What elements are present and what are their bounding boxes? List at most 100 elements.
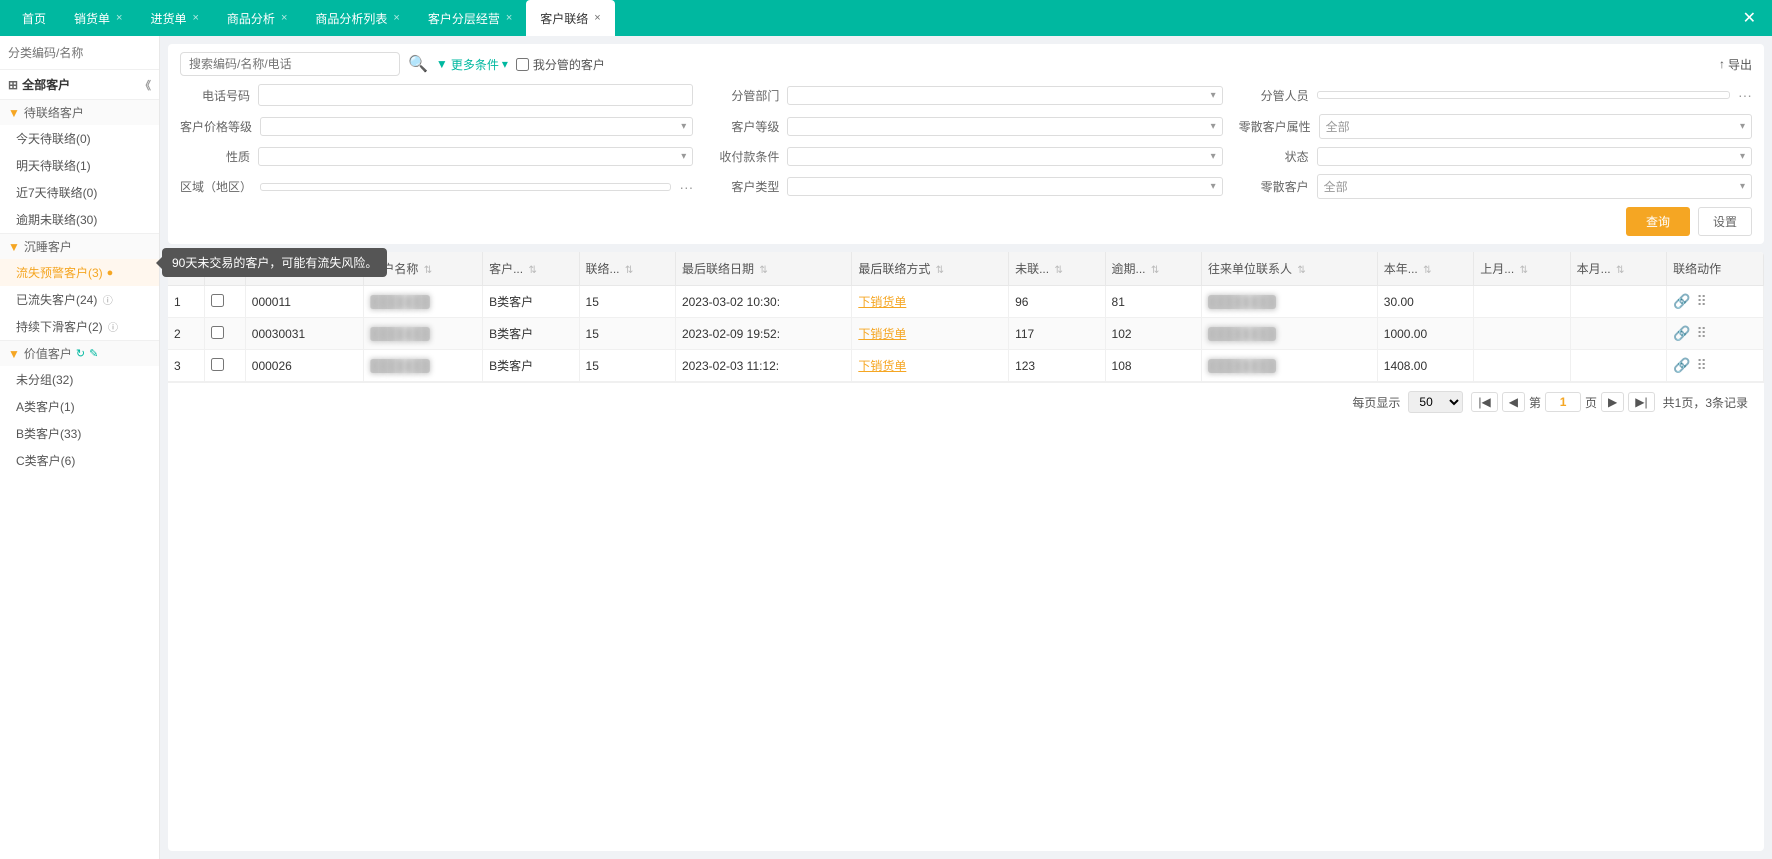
filter-select-status[interactable]: ▾ (1317, 147, 1752, 166)
tab-customer-contact-close[interactable]: × (594, 12, 600, 24)
tab-analysis[interactable]: 商品分析 × (213, 0, 301, 36)
page-number-input[interactable] (1545, 392, 1581, 412)
action-link-icon-2[interactable]: 🔗 (1673, 357, 1690, 374)
data-table: ⚙ 客户编码 ⇅ 客户名称 ⇅ (168, 252, 1764, 382)
row-last-date-0: 2023-03-02 10:30: (675, 286, 851, 318)
refresh-icon-value[interactable]: ↻ (76, 347, 85, 360)
row-checkbox-0[interactable] (204, 286, 245, 318)
next-page-btn[interactable]: ▶ (1601, 392, 1624, 412)
filter-select-dept[interactable]: ▾ (787, 86, 1222, 105)
tab-customer-layer[interactable]: 客户分层经营 × (414, 0, 526, 36)
filter-select-customer-type[interactable]: ▾ (787, 177, 1222, 196)
col-last-date-header[interactable]: 最后联络日期 ⇅ (675, 252, 851, 286)
filter-select-scatter-attr[interactable]: 全部 ▾ (1319, 114, 1752, 139)
sidebar-item-tomorrow[interactable]: 明天待联络(1) (0, 152, 159, 179)
tab-customer-layer-close[interactable]: × (506, 12, 512, 24)
window-close-btn[interactable]: ✕ (1735, 8, 1764, 28)
action-link-icon-1[interactable]: 🔗 (1673, 325, 1690, 342)
sidebar-item-today[interactable]: 今天待联络(0) (0, 125, 159, 152)
filter-select-person[interactable] (1317, 91, 1730, 99)
col-type-header[interactable]: 客户... ⇅ (483, 252, 579, 286)
col-last-method-label: 最后联络方式 (858, 262, 930, 276)
sidebar-item-warning[interactable]: 流失预警客户(3) ● (0, 259, 159, 286)
row-index-1: 2 (168, 318, 204, 350)
table-row: 1000011███████B类客户152023-03-02 10:30:下销货… (168, 286, 1764, 318)
action-link-icon-0[interactable]: 🔗 (1673, 293, 1690, 310)
tab-home[interactable]: 首页 (8, 0, 60, 36)
tab-analysis-close[interactable]: × (281, 12, 287, 24)
filter-select-scatter[interactable]: 全部 ▾ (1317, 174, 1752, 199)
filter-input-phone[interactable] (258, 84, 693, 106)
col-last-method-header[interactable]: 最后联络方式 ⇅ (852, 252, 1009, 286)
filter-row-scatter: 零散客户 全部 ▾ (1239, 174, 1752, 199)
filter-select-customer-level[interactable]: ▾ (787, 117, 1222, 136)
row-method-1[interactable]: 下销货单 (852, 318, 1009, 350)
sidebar-item-a-class[interactable]: A类客户(1) (0, 393, 159, 420)
row-year-1: 1000.00 (1377, 318, 1473, 350)
col-year-label: 本年... (1384, 262, 1418, 276)
filter-more-conditions-btn[interactable]: ▼ 更多条件 ▾ (436, 56, 508, 73)
filter-bar: 🔍 ▼ 更多条件 ▾ 我分管的客户 ↑ 导出 电 (168, 44, 1764, 244)
filter-select-price-level[interactable]: ▾ (260, 117, 693, 136)
row-action-2: 🔗 ⠿ (1667, 350, 1764, 382)
tab-purchase[interactable]: 进货单 × (136, 0, 212, 36)
sidebar-item-lost[interactable]: 已流失客户(24) ⓘ (0, 286, 159, 313)
col-contact-count-header[interactable]: 联络... ⇅ (579, 252, 675, 286)
info-icon-lost: ⓘ (103, 296, 113, 307)
filter-select-nature[interactable]: ▾ (258, 147, 693, 166)
action-more-icon-1[interactable]: ⠿ (1697, 325, 1707, 342)
row-checkbox-1[interactable] (204, 318, 245, 350)
filter-search-input[interactable] (180, 52, 400, 76)
sidebar-item-ungroup[interactable]: 未分组(32) (0, 366, 159, 393)
filter-select-region[interactable] (260, 183, 671, 191)
col-no-contact-header[interactable]: 未联... ⇅ (1009, 252, 1105, 286)
export-btn[interactable]: ↑ 导出 (1719, 56, 1752, 73)
sidebar-search-input[interactable] (8, 46, 163, 60)
prev-page-btn[interactable]: ◀ (1502, 392, 1525, 412)
tab-sales-close[interactable]: × (116, 12, 122, 24)
filter-row-customer-level: 客户等级 ▾ (709, 114, 1222, 139)
per-page-select[interactable]: 50 100 (1408, 391, 1463, 413)
chevron-icon-payment: ▾ (1211, 151, 1216, 162)
sidebar-item-c-class[interactable]: C类客户(6) (0, 447, 159, 474)
col-contact-count-label: 联络... (586, 262, 620, 276)
main-layout: 🔍 ⊞ 全部客户 《 ▼ 待联络客户 今天待联络(0) 明天待联络(1) 近7天… (0, 36, 1772, 859)
edit-icon-value[interactable]: ✎ (89, 347, 98, 360)
more-dots-person[interactable]: ··· (1738, 87, 1752, 103)
col-year-header[interactable]: 本年... ⇅ (1377, 252, 1473, 286)
col-last-month-header[interactable]: 上月... ⇅ (1474, 252, 1570, 286)
chevron-icon-scatter-attr: ▾ (1740, 121, 1745, 132)
more-dots-region[interactable]: ··· (679, 179, 693, 195)
action-more-icon-0[interactable]: ⠿ (1697, 293, 1707, 310)
sidebar-item-overdue[interactable]: 逾期未联络(30) (0, 206, 159, 233)
sidebar-item-b-class[interactable]: B类客户(33) (0, 420, 159, 447)
row-method-2[interactable]: 下销货单 (852, 350, 1009, 382)
col-overdue-header[interactable]: 逾期... ⇅ (1105, 252, 1201, 286)
tab-purchase-close[interactable]: × (192, 12, 198, 24)
query-btn[interactable]: 查询 (1626, 207, 1690, 236)
sidebar-item-7days[interactable]: 近7天待联络(0) (0, 179, 159, 206)
row-contact-count-1: 15 (579, 318, 675, 350)
tab-customer-contact[interactable]: 客户联络 × (526, 0, 614, 36)
tab-analysis-list[interactable]: 商品分析列表 × (301, 0, 413, 36)
my-customers-checkbox-label[interactable]: 我分管的客户 (516, 56, 605, 73)
action-more-icon-2[interactable]: ⠿ (1697, 357, 1707, 374)
filter-search-btn[interactable]: 🔍 (408, 54, 428, 74)
row-method-0[interactable]: 下销货单 (852, 286, 1009, 318)
col-this-month-header[interactable]: 本月... ⇅ (1570, 252, 1666, 286)
settings-btn[interactable]: 设置 (1698, 207, 1752, 236)
col-contact-person-header[interactable]: 往来单位联系人 ⇅ (1201, 252, 1377, 286)
row-checkbox-2[interactable] (204, 350, 245, 382)
my-customers-checkbox[interactable] (516, 58, 529, 71)
tab-analysis-list-close[interactable]: × (393, 12, 399, 24)
chevron-icon-dept: ▾ (1211, 90, 1216, 101)
filter-select-payment[interactable]: ▾ (787, 147, 1222, 166)
tab-sales[interactable]: 销货单 × (60, 0, 136, 36)
last-page-btn[interactable]: ▶| (1628, 392, 1654, 412)
first-page-btn[interactable]: |◀ (1471, 392, 1497, 412)
sidebar-all-customers[interactable]: ⊞ 全部客户 《 (0, 70, 159, 99)
row-last-date-2: 2023-02-03 11:12: (675, 350, 851, 382)
sidebar-item-declining[interactable]: 持续下滑客户(2) ⓘ (0, 313, 159, 340)
table-header-row: ⚙ 客户编码 ⇅ 客户名称 ⇅ (168, 252, 1764, 286)
col-last-month-label: 上月... (1480, 262, 1514, 276)
